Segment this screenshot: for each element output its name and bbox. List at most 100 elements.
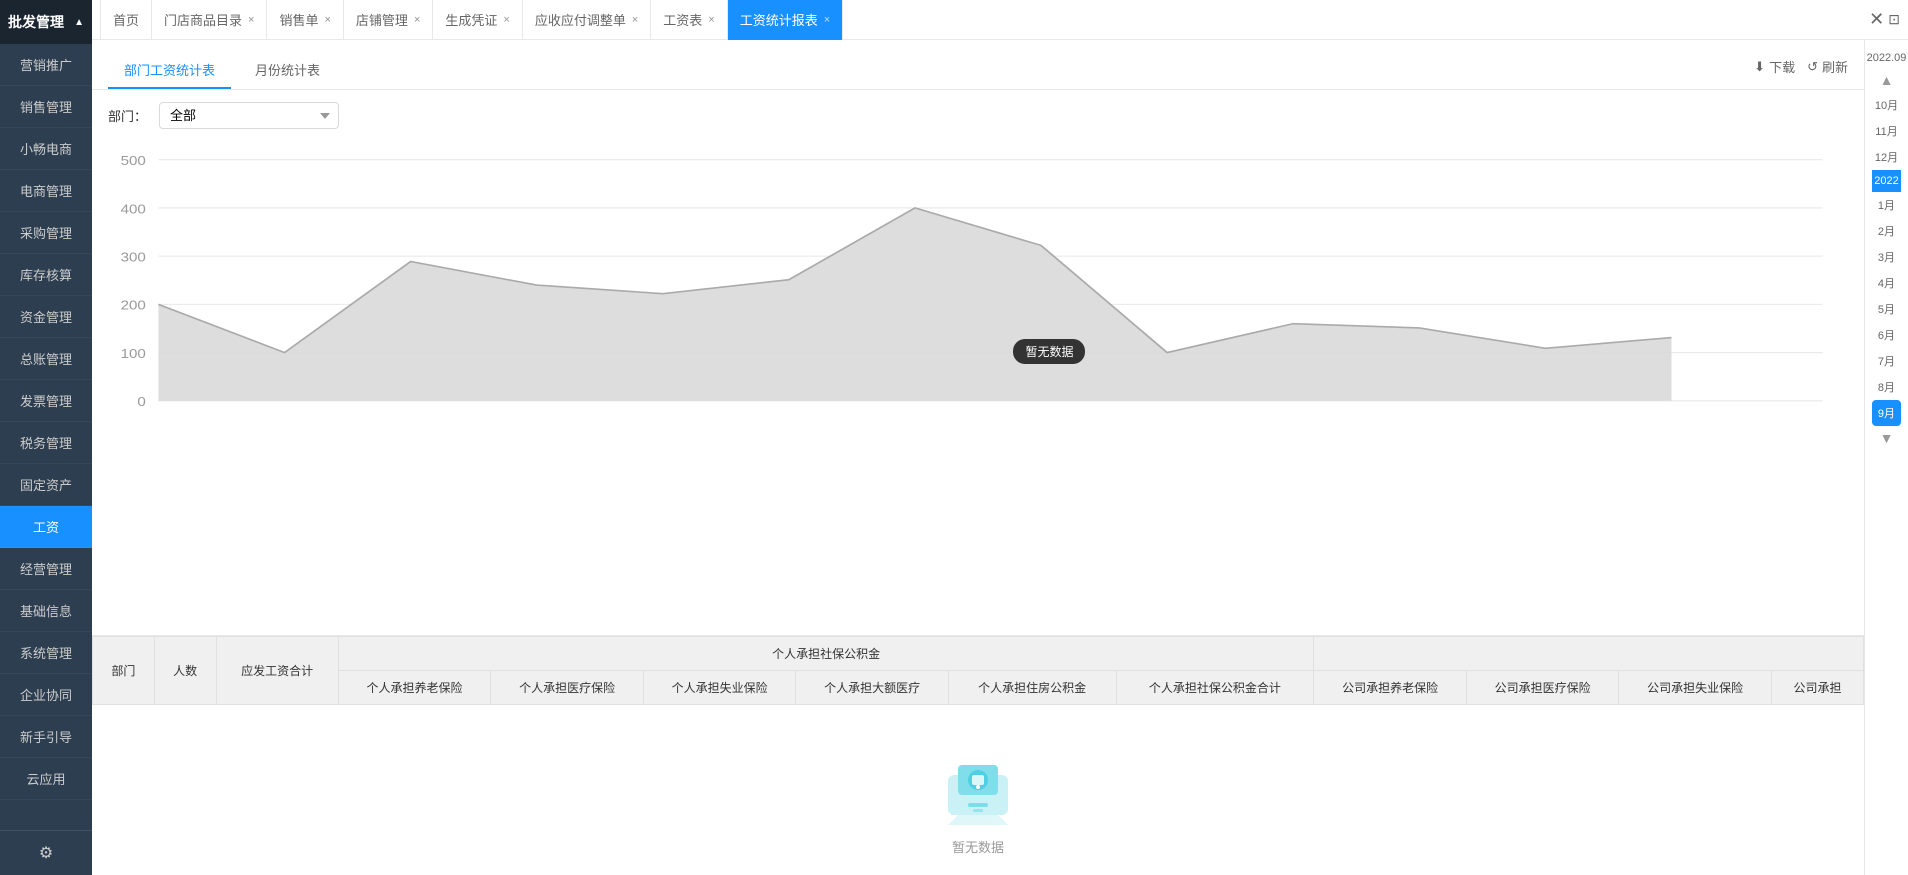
tab-close-icon[interactable]: × (248, 14, 254, 26)
tab-bar-close-button[interactable]: ✕ ⊡ (1869, 9, 1900, 30)
col-p-housing: 个人承担住房公积金 (948, 671, 1116, 705)
month-item-9月[interactable]: 9月 (1872, 400, 1900, 426)
svg-text:100: 100 (121, 346, 146, 361)
main-area: 首页门店商品目录×销售单×店铺管理×生成凭证×应收应付调整单×工资表×工资统计报… (92, 0, 1908, 875)
refresh-button[interactable]: ↺ 刷新 (1807, 57, 1848, 76)
year-up-button[interactable]: ▲ (1876, 68, 1898, 92)
month-item-2022[interactable]: 2022 (1872, 170, 1900, 192)
col-personal-group: 个人承担社保公积金 (338, 637, 1314, 671)
chart-area: 500 400 300 200 100 0 (92, 141, 1864, 635)
month-item-8月[interactable]: 8月 (1872, 374, 1900, 400)
tab-label: 工资表 (663, 10, 702, 29)
sub-tab-部门工资统计表[interactable]: 部门工资统计表 (108, 52, 231, 89)
tab-店铺管理[interactable]: 店铺管理 × (344, 0, 433, 40)
department-filter[interactable]: 全部 销售部 财务部 行政部 (159, 102, 339, 129)
empty-state: 暂无数据 (92, 705, 1864, 875)
col-count: 人数 (154, 637, 216, 705)
sidebar-title: 批发管理 (8, 12, 64, 32)
sidebar-item-小畅电商[interactable]: 小畅电商 (0, 128, 92, 170)
filter-label: 部门： (108, 106, 147, 125)
tab-工资表[interactable]: 工资表 × (651, 0, 727, 40)
tab-生成凭证[interactable]: 生成凭证 × (433, 0, 522, 40)
download-icon: ⬇ (1754, 59, 1765, 75)
sidebar-item-基础信息[interactable]: 基础信息 (0, 590, 92, 632)
tab-close-icon[interactable]: × (503, 14, 509, 26)
col-company-group (1314, 637, 1864, 671)
sidebar-item-云应用[interactable]: 云应用 (0, 758, 92, 800)
sidebar-settings-button[interactable]: ⚙ (0, 830, 92, 875)
tab-close-icon[interactable]: × (324, 14, 330, 26)
sidebar-collapse-icon: ▲ (74, 17, 84, 28)
tab-工资统计报表[interactable]: 工资统计报表 × (728, 0, 843, 40)
tab-应收应付调整单[interactable]: 应收应付调整单 × (523, 0, 651, 40)
month-item-11月[interactable]: 11月 (1872, 118, 1900, 144)
month-item-7月[interactable]: 7月 (1872, 348, 1900, 374)
action-buttons: ⬇ 下载 ↺ 刷新 (1754, 57, 1848, 84)
svg-text:400: 400 (121, 201, 146, 216)
tab-label: 首页 (113, 10, 139, 29)
sidebar-item-工资[interactable]: 工资 (0, 506, 92, 548)
year-down-button[interactable]: ▼ (1876, 426, 1898, 450)
refresh-icon: ↺ (1807, 59, 1818, 75)
sidebar: 批发管理 ▲ 营销推广销售管理小畅电商电商管理采购管理库存核算资金管理总账管理发… (0, 0, 92, 875)
sidebar-item-营销推广[interactable]: 营销推广 (0, 44, 92, 86)
month-item-2月[interactable]: 2月 (1872, 218, 1900, 244)
col-p-critical: 个人承担大额医疗 (796, 671, 949, 705)
sidebar-item-新手引导[interactable]: 新手引导 (0, 716, 92, 758)
current-year-label[interactable]: 2022.09 (1865, 48, 1908, 68)
sidebar-item-企业协同[interactable]: 企业协同 (0, 674, 92, 716)
right-panel: 2022.09 ▲ 10月11月12月20221月2月3月4月5月6月7月8月9… (1864, 40, 1908, 875)
area-chart: 500 400 300 200 100 0 (108, 149, 1848, 449)
tab-label: 销售单 (279, 10, 318, 29)
col-p-pension: 个人承担养老保险 (338, 671, 491, 705)
sub-tab-月份统计表[interactable]: 月份统计表 (239, 52, 336, 89)
col-p-unemployment: 个人承担失业保险 (643, 671, 796, 705)
tab-close-icon[interactable]: × (414, 14, 420, 26)
sidebar-item-库存核算[interactable]: 库存核算 (0, 254, 92, 296)
col-p-medical: 个人承担医疗保险 (491, 671, 644, 705)
col-p-total: 个人承担社保公积金合计 (1116, 671, 1314, 705)
tab-label: 应收应付调整单 (535, 10, 626, 29)
sidebar-item-发票管理[interactable]: 发票管理 (0, 380, 92, 422)
month-item-6月[interactable]: 6月 (1872, 322, 1900, 348)
month-item-4月[interactable]: 4月 (1872, 270, 1900, 296)
salary-table: 部门 人数 应发工资合计 个人承担社保公积金 个人承担养老保险 个人承担医疗保险… (92, 636, 1864, 705)
tab-首页[interactable]: 首页 (100, 0, 152, 40)
month-item-5月[interactable]: 5月 (1872, 296, 1900, 322)
sidebar-header[interactable]: 批发管理 ▲ (0, 0, 92, 44)
tab-close-icon[interactable]: × (824, 14, 830, 26)
tab-close-icon[interactable]: × (632, 14, 638, 26)
table-section: 部门 人数 应发工资合计 个人承担社保公积金 个人承担养老保险 个人承担医疗保险… (92, 635, 1864, 875)
tab-label: 生成凭证 (445, 10, 497, 29)
tab-close-icon[interactable]: × (708, 14, 714, 26)
restore-icon: ⊡ (1888, 11, 1900, 28)
gear-icon: ⚙ (39, 845, 53, 862)
sidebar-item-资金管理[interactable]: 资金管理 (0, 296, 92, 338)
month-item-12月[interactable]: 12月 (1872, 144, 1900, 170)
sidebar-item-采购管理[interactable]: 采购管理 (0, 212, 92, 254)
sidebar-item-固定资产[interactable]: 固定资产 (0, 464, 92, 506)
sidebar-item-电商管理[interactable]: 电商管理 (0, 170, 92, 212)
sidebar-item-经营管理[interactable]: 经营管理 (0, 548, 92, 590)
close-icon: ✕ (1869, 9, 1884, 30)
month-item-1月[interactable]: 1月 (1872, 192, 1900, 218)
tab-label: 店铺管理 (356, 10, 408, 29)
empty-illustration (938, 745, 1018, 825)
col-dept: 部门 (93, 637, 155, 705)
month-item-3月[interactable]: 3月 (1872, 244, 1900, 270)
sidebar-item-销售管理[interactable]: 销售管理 (0, 86, 92, 128)
download-button[interactable]: ⬇ 下载 (1754, 57, 1795, 76)
sidebar-item-系统管理[interactable]: 系统管理 (0, 632, 92, 674)
tab-门店商品目录[interactable]: 门店商品目录× (152, 0, 267, 40)
svg-text:200: 200 (121, 298, 146, 313)
tab-销售单[interactable]: 销售单 × (267, 0, 343, 40)
sidebar-item-总账管理[interactable]: 总账管理 (0, 338, 92, 380)
month-item-10月[interactable]: 10月 (1872, 92, 1900, 118)
svg-text:0: 0 (137, 394, 146, 409)
svg-text:300: 300 (121, 250, 146, 265)
tab-label: 工资统计报表 (740, 10, 818, 29)
svg-text:500: 500 (121, 153, 146, 168)
empty-text: 暂无数据 (952, 837, 1004, 856)
sidebar-item-税务管理[interactable]: 税务管理 (0, 422, 92, 464)
filter-bar: 部门： 全部 销售部 财务部 行政部 (92, 90, 1864, 141)
